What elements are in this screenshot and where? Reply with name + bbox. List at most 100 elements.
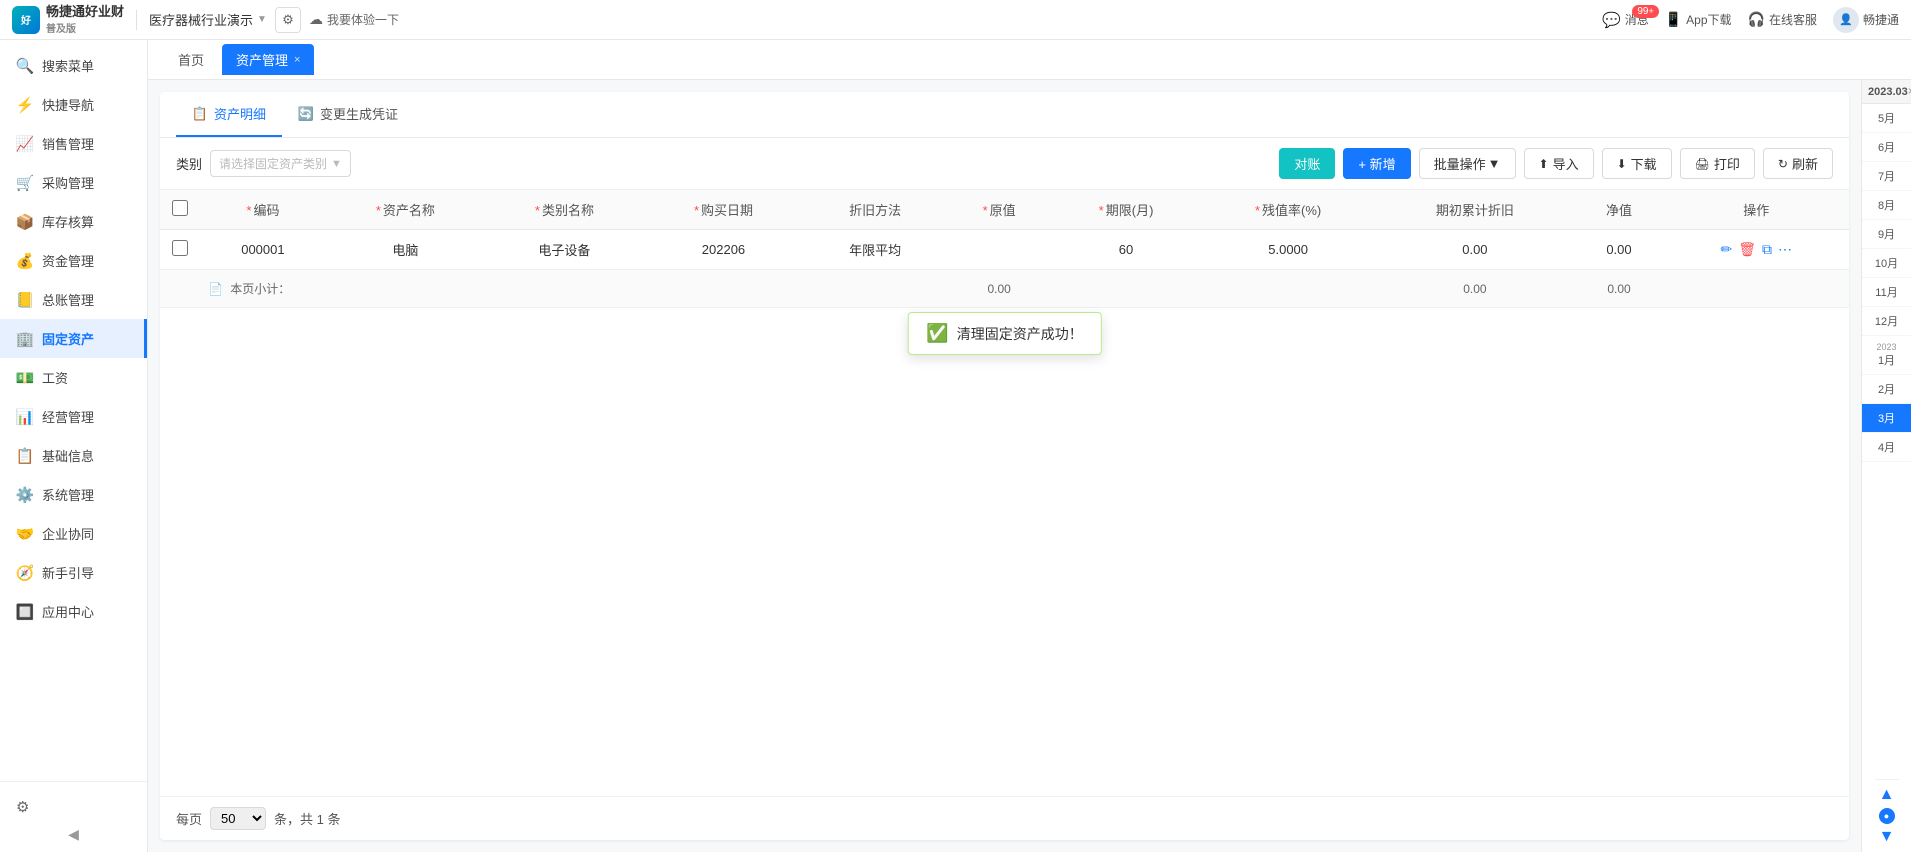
settings-btn[interactable]: ⚙: [275, 7, 301, 33]
sidebar-item-funds[interactable]: 💰 资金管理: [0, 241, 147, 280]
sidebar-label-search: 搜索菜单: [42, 56, 94, 75]
subtotal-empty-2: [1051, 270, 1201, 308]
sidebar-icon-enterprise: 🤝: [16, 525, 34, 543]
filter-select-category[interactable]: 请选择固定资产类别 ▼: [210, 150, 351, 177]
data-table: *编码 *资产名称 *类别名称 *购买日期 折旧方法 *原值 *期限(月) *残…: [160, 190, 1849, 308]
sidebar-item-apps[interactable]: 🔲 应用中心: [0, 592, 147, 631]
sidebar: 🔍 搜索菜单 ⚡ 快捷导航 📈 销售管理 🛒 采购管理 📦 库存核算 💰 资金管…: [0, 40, 148, 852]
sidebar-label-payroll: 工资: [42, 368, 68, 387]
avatar: 👤: [1833, 7, 1859, 33]
subtotal-empty-1: [160, 270, 200, 308]
row-period: 60: [1051, 230, 1201, 270]
experience-btn[interactable]: ☁ 我要体验一下: [309, 11, 399, 28]
app-download-btn[interactable]: 📱 App下载: [1665, 11, 1732, 28]
delete-btn[interactable]: 🗑: [1738, 241, 1756, 258]
calendar-month-9[interactable]: 2月: [1862, 375, 1911, 404]
sidebar-item-ledger[interactable]: 📒 总账管理: [0, 280, 147, 319]
sub-tab-asset-detail[interactable]: 📋 资产明细: [176, 92, 282, 137]
calendar-dot-btn[interactable]: ●: [1879, 808, 1895, 824]
row-depreciation-method: 年限平均: [803, 230, 947, 270]
th-purchase-date: *购买日期: [644, 190, 803, 230]
sidebar-settings-btn[interactable]: ⚙: [0, 790, 147, 824]
print-btn[interactable]: 🖨 打印: [1680, 148, 1755, 179]
new-btn[interactable]: + 新增: [1343, 148, 1410, 179]
print-icon: 🖨: [1695, 157, 1710, 171]
subtotal-label-cell: 📄 本页小计：: [200, 270, 947, 308]
edit-btn[interactable]: ✏: [1720, 241, 1732, 258]
th-actions: 操作: [1664, 190, 1850, 230]
tab-home[interactable]: 首页: [164, 44, 218, 75]
sidebar-label-basic-info: 基础信息: [42, 446, 94, 465]
tab-asset-management[interactable]: 资产管理 ×: [222, 44, 314, 75]
user-avatar-btn[interactable]: 👤 畅捷通: [1833, 7, 1899, 33]
calendar-month-10[interactable]: 3月: [1862, 404, 1911, 433]
calendar-month-5[interactable]: 10月: [1862, 249, 1911, 278]
calendar-down-btn[interactable]: ▼: [1879, 828, 1895, 846]
th-depreciation: 折旧方法: [803, 190, 947, 230]
message-badge: 99+: [1632, 5, 1658, 18]
sidebar-item-operations[interactable]: 📊 经营管理: [0, 397, 147, 436]
sidebar-item-purchase[interactable]: 🛒 采购管理: [0, 163, 147, 202]
sidebar-item-sales[interactable]: 📈 销售管理: [0, 124, 147, 163]
company-name: 医疗器械行业演示: [149, 10, 253, 29]
calendar-month-3[interactable]: 8月: [1862, 191, 1911, 220]
company-selector[interactable]: 医疗器械行业演示 ▼: [149, 10, 267, 29]
message-btn[interactable]: 💬 消息 99+: [1602, 11, 1649, 29]
calendar-month-0[interactable]: 5月: [1862, 104, 1911, 133]
reconcile-btn[interactable]: 对账: [1279, 148, 1335, 179]
per-page-select[interactable]: 50 100 200: [210, 807, 266, 830]
sidebar-label-sales: 销售管理: [42, 134, 94, 153]
online-service-btn[interactable]: 🎧 在线客服: [1748, 11, 1817, 28]
calendar-up-btn[interactable]: ▲: [1879, 786, 1895, 804]
calendar-month-7[interactable]: 12月: [1862, 307, 1911, 336]
th-residual-rate: *残值率(%): [1201, 190, 1375, 230]
logo-text: 畅捷通好业财 普及版: [46, 4, 124, 35]
select-all-checkbox[interactable]: [172, 200, 188, 216]
row-checkbox[interactable]: [172, 240, 188, 256]
sidebar-item-quick-nav[interactable]: ⚡ 快捷导航: [0, 85, 147, 124]
batch-arrow: ▼: [1488, 156, 1501, 171]
sidebar-item-basic-info[interactable]: 📋 基础信息: [0, 436, 147, 475]
sidebar-collapse-btn[interactable]: ◀: [0, 824, 147, 844]
calendar-year: 2023.03: [1868, 86, 1908, 98]
cal-month-label: 12月: [1875, 313, 1898, 329]
batch-btn[interactable]: 批量操作 ▼: [1419, 148, 1516, 179]
sidebar-item-enterprise[interactable]: 🤝 企业协同: [0, 514, 147, 553]
sidebar-item-inventory[interactable]: 📦 库存核算: [0, 202, 147, 241]
more-btn[interactable]: ⋯: [1778, 241, 1792, 258]
refresh-btn[interactable]: ↻ 刷新: [1763, 148, 1833, 179]
sidebar-icon-payroll: 💵: [16, 369, 34, 387]
row-category: 电子设备: [485, 230, 644, 270]
page-content: 📋 资产明细 🔄 变更生成凭证 类别 请选择固定资产类别 ▼: [148, 80, 1911, 852]
sidebar-icon-funds: 💰: [16, 252, 34, 270]
sidebar-icon-basic-info: 📋: [16, 447, 34, 465]
row-original-value: [947, 230, 1051, 270]
batch-label: 批量操作: [1434, 154, 1486, 173]
sidebar-item-fixed-assets[interactable]: 🏢 固定资产: [0, 319, 147, 358]
subtotal-empty-3: [1201, 270, 1375, 308]
toast-message: 清理固定资产成功！: [957, 324, 1083, 344]
cal-month-label: 8月: [1878, 197, 1895, 213]
calendar-month-6[interactable]: 11月: [1862, 278, 1911, 307]
calendar-month-1[interactable]: 6月: [1862, 133, 1911, 162]
import-label: 导入: [1553, 154, 1579, 173]
top-right: 💬 消息 99+ 📱 App下载 🎧 在线客服 👤 畅捷通: [1602, 7, 1899, 33]
calendar-month-11[interactable]: 4月: [1862, 433, 1911, 462]
download-btn[interactable]: ⬇ 下载: [1602, 148, 1672, 179]
calendar-month-2[interactable]: 7月: [1862, 162, 1911, 191]
tab-close-icon[interactable]: ×: [294, 54, 300, 66]
sidebar-icon-ledger: 📒: [16, 291, 34, 309]
import-btn[interactable]: ⬆ 导入: [1524, 148, 1594, 179]
sidebar-item-guide[interactable]: 🧭 新手引导: [0, 553, 147, 592]
sidebar-item-system[interactable]: ⚙️ 系统管理: [0, 475, 147, 514]
sidebar-item-search[interactable]: 🔍 搜索菜单: [0, 46, 147, 85]
sidebar-icon-operations: 📊: [16, 408, 34, 426]
sub-tab-change-voucher[interactable]: 🔄 变更生成凭证: [282, 92, 414, 137]
table-header: *编码 *资产名称 *类别名称 *购买日期 折旧方法 *原值 *期限(月) *残…: [160, 190, 1849, 230]
copy-btn[interactable]: ⧉: [1762, 241, 1772, 258]
calendar-month-4[interactable]: 9月: [1862, 220, 1911, 249]
sidebar-item-payroll[interactable]: 💵 工资: [0, 358, 147, 397]
refresh-label: 刷新: [1792, 154, 1818, 173]
sidebar-label-ledger: 总账管理: [42, 290, 94, 309]
calendar-month-8[interactable]: 20231月: [1862, 336, 1911, 375]
